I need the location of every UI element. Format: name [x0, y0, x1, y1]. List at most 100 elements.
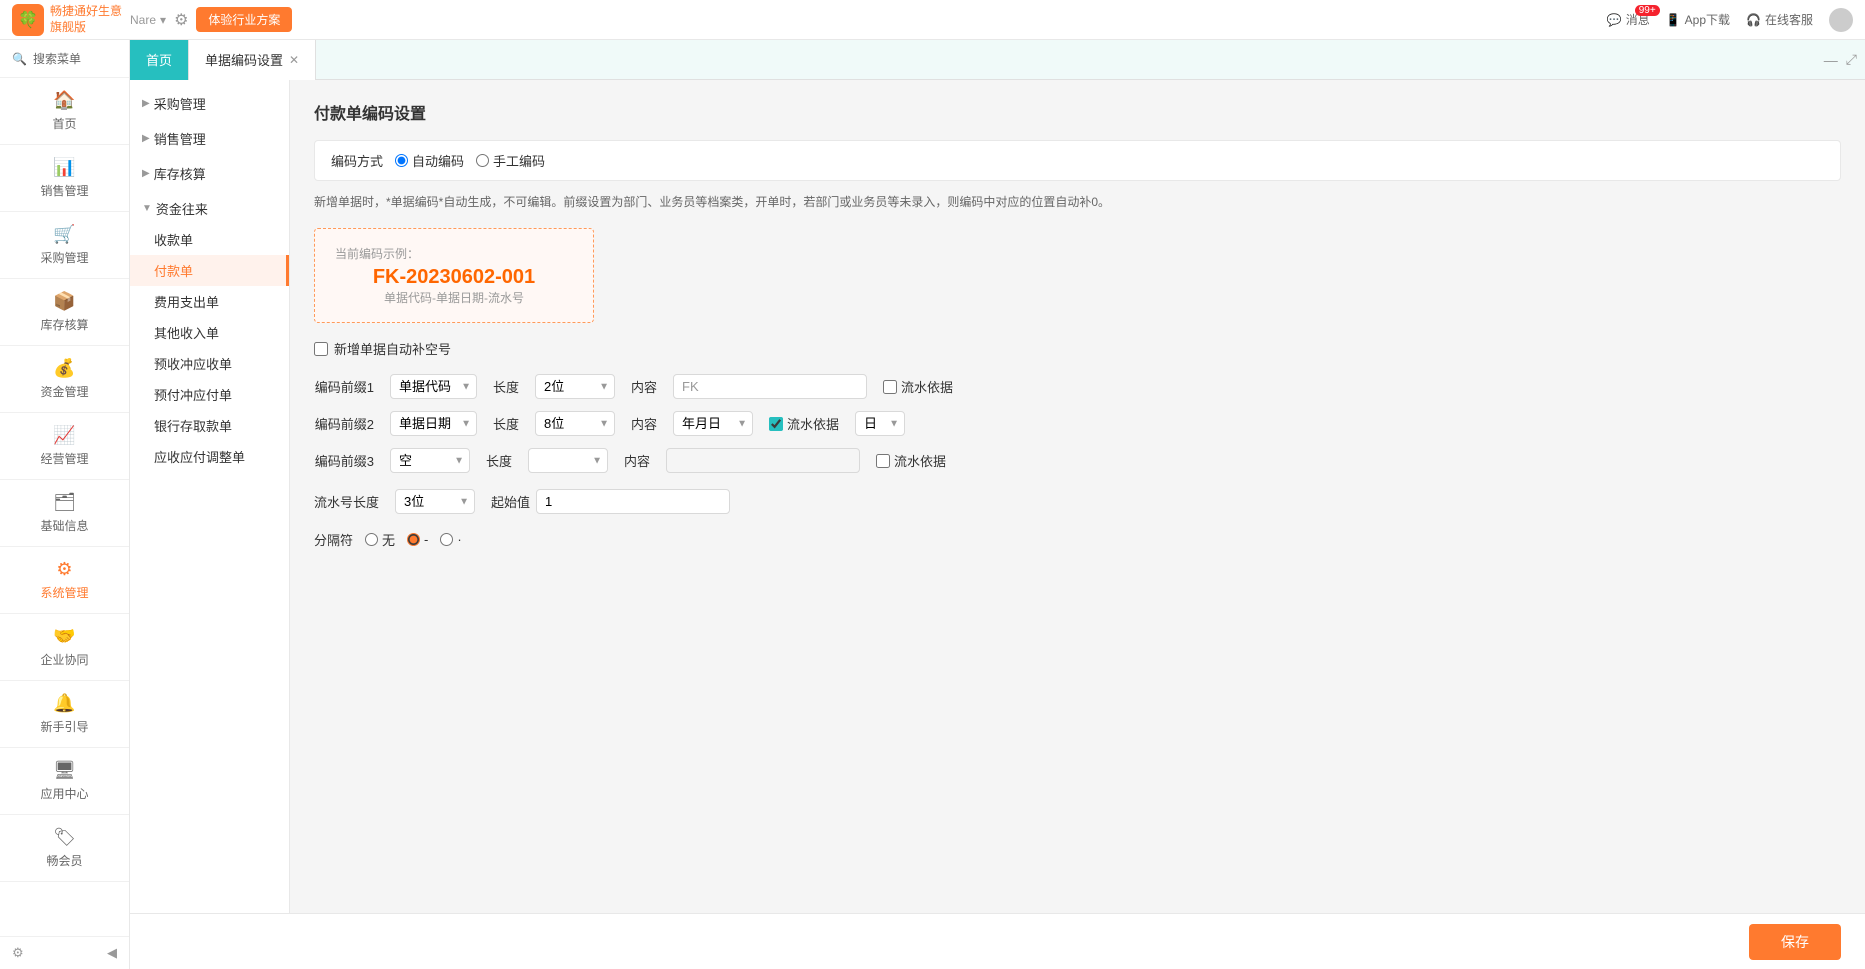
serial-length-wrapper: 3位 ▼ [395, 489, 475, 514]
user-info[interactable] [1829, 8, 1853, 32]
logo-text: 畅捷通好生意 旗舰版 [50, 4, 122, 35]
prefix2-length-select[interactable]: 8位 [535, 411, 615, 436]
tab-home-label: 首页 [146, 50, 172, 69]
prefix1-length-wrapper: 2位 ▼ [535, 374, 615, 399]
message-btn[interactable]: 💬 消息 99+ [1607, 11, 1650, 28]
sidebar-item-label: 经营管理 [40, 450, 88, 467]
sidebar-collapse-icon[interactable]: ◀ [107, 945, 117, 961]
nav-section-finance-header[interactable]: ▼ 资金往来 [130, 193, 289, 224]
page-title: 付款单编码设置 [314, 100, 1841, 124]
separator-dash[interactable]: - [407, 532, 428, 547]
nav-section-sales-header[interactable]: ▶ 销售管理 [130, 123, 289, 154]
sidebar-item-purchase[interactable]: 🛒 采购管理 [0, 212, 129, 279]
prefix2-serial-checkbox[interactable] [769, 417, 783, 431]
nav-item-expense[interactable]: 费用支出单 [130, 286, 289, 317]
prefix3-serial-label: 流水依据 [894, 451, 946, 470]
auto-encode-option[interactable]: 自动编码 [395, 151, 464, 170]
separator-dot-radio[interactable] [440, 533, 453, 546]
sidebar-item-home[interactable]: 🏠 首页 [0, 78, 129, 145]
save-button[interactable]: 保存 [1749, 924, 1841, 960]
sidebar-item-member[interactable]: 🏷 畅会员 [0, 815, 129, 882]
nav-item-other-income[interactable]: 其他收入单 [130, 317, 289, 348]
manual-encode-radio[interactable] [476, 154, 489, 167]
sidebar-item-label: 系统管理 [40, 584, 88, 601]
prefix3-content-input[interactable] [666, 448, 860, 473]
prefix3-serial-follow[interactable]: 流水依据 [876, 451, 946, 470]
prefix1-length-select[interactable]: 2位 [535, 374, 615, 399]
app-download-btn[interactable]: 📱 App下载 [1666, 11, 1730, 28]
prefix2-day-select[interactable]: 日 [855, 411, 905, 436]
member-icon: 🏷 [53, 827, 76, 848]
auto-encode-radio[interactable] [395, 154, 408, 167]
separator-none-radio[interactable] [365, 533, 378, 546]
message-icon: 💬 [1607, 13, 1622, 27]
sidebar-item-sales[interactable]: 📊 销售管理 [0, 145, 129, 212]
nav-arrow-finance: ▼ [142, 203, 152, 214]
serial-length-select[interactable]: 3位 [395, 489, 475, 514]
basic-info-icon: 🗂 [53, 492, 76, 513]
prefix2-content-wrapper: 年月日 ▼ [673, 411, 753, 436]
message-badge: 99+ [1635, 5, 1660, 16]
appstore-icon: 🖥 [53, 760, 76, 781]
prefix2-type-wrapper: 单据日期 ▼ [390, 411, 477, 436]
user-avatar [1829, 8, 1853, 32]
prefix1-type-select[interactable]: 单据代码 [390, 374, 477, 399]
sidebar-item-system[interactable]: ⚙ 系统管理 [0, 547, 129, 614]
nav-section-inventory-header[interactable]: ▶ 库存核算 [130, 158, 289, 189]
nav-arrow-inventory: ▶ [142, 168, 150, 179]
nav-item-pre-pay[interactable]: 预付冲应付单 [130, 379, 289, 410]
separator-none[interactable]: 无 [365, 530, 395, 549]
prefix3-length-select[interactable] [528, 448, 608, 473]
sidebar-item-inventory[interactable]: 📦 库存核算 [0, 279, 129, 346]
start-value-input[interactable] [536, 489, 730, 514]
minimize-icon[interactable]: — [1824, 52, 1838, 68]
nav-arrow-purchase: ▶ [142, 98, 150, 109]
separator-dot-label: · [457, 532, 461, 547]
separator-row: 分隔符 无 - · [314, 530, 1841, 549]
sidebar-settings-icon[interactable]: ⚙ [12, 945, 24, 961]
example-desc: 单据代码-单据日期-流水号 [335, 289, 573, 306]
sidebar-item-enterprise[interactable]: 🤝 企业协同 [0, 614, 129, 681]
sidebar-item-operations[interactable]: 📈 经营管理 [0, 413, 129, 480]
sidebar-bottom: ⚙ ◀ [0, 936, 129, 969]
nav-item-payment[interactable]: 付款单 [130, 255, 289, 286]
prefix3-serial-checkbox[interactable] [876, 454, 890, 468]
sidebar-item-guide[interactable]: 🔔 新手引导 [0, 681, 129, 748]
sidebar-item-finance[interactable]: 💰 资金管理 [0, 346, 129, 413]
search-menu-btn[interactable]: 🔍 搜索菜单 [0, 40, 129, 78]
nav-item-adjust[interactable]: 应收应付调整单 [130, 441, 289, 472]
online-service-btn[interactable]: 🎧 在线客服 [1746, 11, 1813, 28]
separator-dash-radio[interactable] [407, 533, 420, 546]
separator-dot[interactable]: · [440, 532, 461, 547]
nav-section-purchase-header[interactable]: ▶ 采购管理 [130, 88, 289, 119]
tab-home[interactable]: 首页 [130, 40, 189, 80]
prefix1-content-input[interactable] [673, 374, 867, 399]
sidebar-item-label: 新手引导 [40, 718, 88, 735]
nav-placeholder-text: Nare [130, 13, 156, 27]
tab-close-icon[interactable]: ✕ [289, 53, 299, 67]
guide-icon: 🔔 [53, 693, 75, 714]
auto-fill-label: 新增单据自动补空号 [334, 339, 451, 358]
nav-arrow-icon[interactable]: ▾ [160, 13, 166, 27]
prefix1-serial-checkbox[interactable] [883, 380, 897, 394]
finance-icon: 💰 [53, 358, 75, 379]
sidebar-item-label: 基础信息 [40, 517, 88, 534]
settings-icon[interactable]: ⚙ [174, 10, 188, 30]
manual-encode-option[interactable]: 手工编码 [476, 151, 545, 170]
prefix3-length-label: 长度 [486, 451, 512, 470]
prefix2-serial-follow[interactable]: 流水依据 [769, 414, 839, 433]
expand-icon[interactable]: ⤢ [1846, 51, 1857, 68]
prefix2-type-select[interactable]: 单据日期 [390, 411, 477, 436]
auto-fill-checkbox[interactable] [314, 342, 328, 356]
tab-encoding[interactable]: 单据编码设置 ✕ [189, 40, 316, 80]
nav-item-receipt[interactable]: 收款单 [130, 224, 289, 255]
prefix1-serial-follow[interactable]: 流水依据 [883, 377, 953, 396]
trial-btn[interactable]: 体验行业方案 [196, 7, 292, 32]
search-label: 搜索菜单 [33, 50, 81, 67]
sidebar-item-basic-info[interactable]: 🗂 基础信息 [0, 480, 129, 547]
prefix2-content-select[interactable]: 年月日 [673, 411, 753, 436]
nav-item-pre-receive[interactable]: 预收冲应收单 [130, 348, 289, 379]
nav-item-bank[interactable]: 银行存取款单 [130, 410, 289, 441]
prefix3-type-select[interactable]: 空 [390, 448, 470, 473]
sidebar-item-appstore[interactable]: 🖥 应用中心 [0, 748, 129, 815]
